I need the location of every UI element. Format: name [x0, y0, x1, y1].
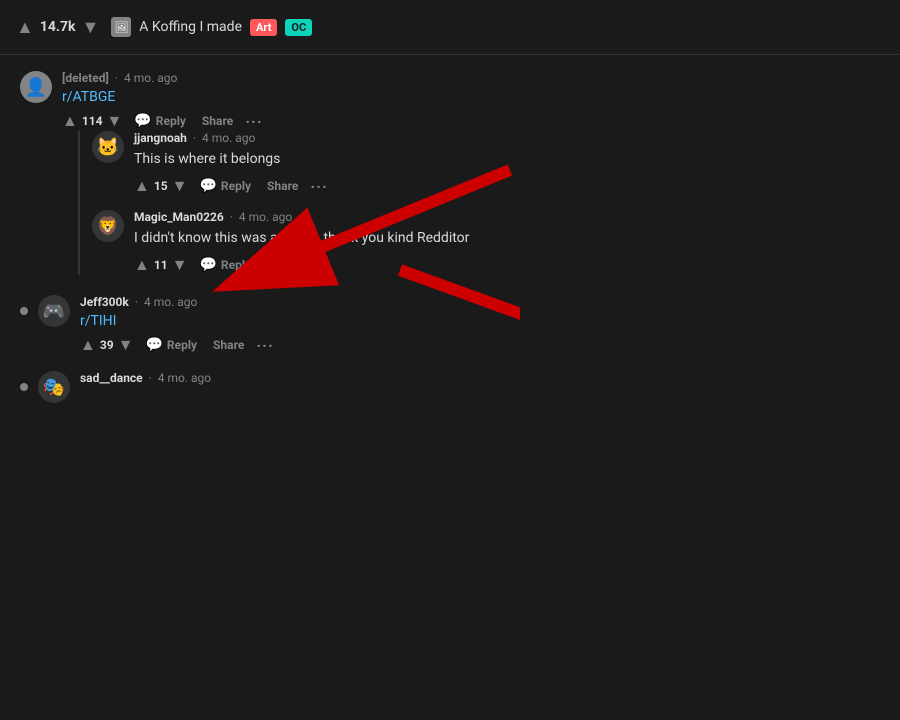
reply-magic-man-time: 4 mo. ago	[239, 210, 292, 224]
share-button-magic-man[interactable]: Share	[263, 256, 302, 274]
vote-section-jeff: ▲ 39 ▼	[80, 335, 133, 355]
reply-jjangnoah-actions: ▲ 15 ▼ 💬 Reply Share	[134, 176, 880, 196]
upvote-magic-man[interactable]: ▲	[134, 255, 150, 275]
comment-jeff300k-content: r/TIHI	[80, 313, 880, 329]
upvote-jeff[interactable]: ▲	[80, 335, 96, 355]
post-vote-count: 14.7k	[40, 19, 76, 35]
comment-jeff300k-row: 🎮 Jeff300k · 4 mo. ago r/TIHI ▲ 39 ▼	[20, 295, 880, 355]
vote-count-jjangnoah: 15	[154, 179, 168, 193]
comment-sad-dance-time: 4 mo. ago	[158, 371, 211, 385]
reply-button-jeff[interactable]: 💬 Reply	[141, 335, 201, 355]
post-title-area: 🖼 A Koffing I made Art OC	[111, 17, 884, 37]
share-button-jjangnoah[interactable]: Share	[263, 177, 302, 195]
comment-jeff300k-author: Jeff300k	[80, 295, 129, 309]
comments-area: 👤 [deleted] · 4 mo. ago r/ATBGE ▲ 114 ▼	[0, 55, 900, 419]
vote-count-1: 114	[82, 114, 103, 128]
upvote-comment-1[interactable]: ▲	[62, 111, 78, 131]
reply-jjangnoah-time: 4 mo. ago	[202, 131, 255, 145]
avatar-magic-man: 🦁	[92, 210, 124, 242]
collapse-bullet-sad	[20, 383, 28, 391]
downvote-magic-man[interactable]: ▼	[172, 255, 188, 275]
collapse-bullet-jeff	[20, 307, 28, 315]
more-options-magic-man[interactable]: ···	[310, 256, 327, 275]
comment-deleted-content: r/ATBGE	[62, 89, 880, 105]
comment-deleted-actions: ▲ 114 ▼ 💬 Reply Share ···	[62, 111, 880, 131]
post-image-icon: 🖼	[111, 17, 131, 37]
post-title: A Koffing I made	[139, 19, 242, 35]
subreddit-link-tihi[interactable]: r/TIHI	[80, 313, 116, 329]
reply-magic-man-body: Magic_Man0226 · 4 mo. ago I didn't know …	[134, 210, 880, 275]
downvote-jjangnoah[interactable]: ▼	[172, 176, 188, 196]
reply-button-magic-man[interactable]: 💬 Reply	[195, 255, 255, 275]
reply-jjangnoah-header: jjangnoah · 4 mo. ago	[134, 131, 880, 145]
reply-magic-man-actions: ▲ 11 ▼ 💬 Reply Share	[134, 255, 880, 275]
subreddit-link-atbge[interactable]: r/ATBGE	[62, 89, 115, 105]
reply-jjangnoah-author: jjangnoah	[134, 131, 187, 145]
avatar-jeff300k: 🎮	[38, 295, 70, 327]
reply-magic-man: 🦁 Magic_Man0226 · 4 mo. ago I didn't kno…	[92, 210, 880, 275]
vote-count-magic-man: 11	[154, 258, 168, 272]
comment-sad-dance-row: 🎭 sad__dance · 4 mo. ago	[20, 371, 880, 403]
comment-deleted-time: 4 mo. ago	[124, 71, 177, 85]
reply-magic-man-author: Magic_Man0226	[134, 210, 224, 224]
upvote-jjangnoah[interactable]: ▲	[134, 176, 150, 196]
avatar-jjangnoah: 🐱	[92, 131, 124, 163]
downvote-comment-1[interactable]: ▼	[107, 111, 123, 131]
reply-icon-1: 💬	[134, 113, 151, 129]
comment-sad-dance-header: sad__dance · 4 mo. ago	[80, 371, 880, 385]
reply-button-1[interactable]: 💬 Reply	[130, 111, 190, 131]
vote-section-1: ▲ 114 ▼	[62, 111, 122, 131]
reply-icon-magic-man: 💬	[199, 257, 216, 273]
more-options-1[interactable]: ···	[245, 112, 262, 131]
post-vote-section: ▲ 14.7k ▼	[16, 17, 99, 38]
comment-jeff300k-header: Jeff300k · 4 mo. ago	[80, 295, 880, 309]
comment-deleted: 👤 [deleted] · 4 mo. ago r/ATBGE ▲ 114 ▼	[20, 71, 880, 279]
comment-jeff300k-actions: ▲ 39 ▼ 💬 Reply Share ···	[80, 335, 880, 355]
downvote-jeff[interactable]: ▼	[118, 335, 134, 355]
upvote-icon[interactable]: ▲	[16, 17, 34, 38]
comment-deleted-header: [deleted] · 4 mo. ago	[62, 71, 880, 85]
top-bar: ▲ 14.7k ▼ 🖼 A Koffing I made Art OC	[0, 0, 900, 55]
vote-section-magic-man: ▲ 11 ▼	[134, 255, 187, 275]
vote-section-jjangnoah: ▲ 15 ▼	[134, 176, 187, 196]
comment-jeff300k-time: 4 mo. ago	[144, 295, 197, 309]
comment-sad-dance-body: sad__dance · 4 mo. ago	[80, 371, 880, 389]
more-options-jjangnoah[interactable]: ···	[310, 177, 327, 196]
nested-replies-1: 🐱 jjangnoah · 4 mo. ago This is where it…	[78, 131, 880, 275]
reply-jjangnoah-body: jjangnoah · 4 mo. ago This is where it b…	[134, 131, 880, 196]
reply-magic-man-text: I didn't know this was a thing...thank y…	[134, 228, 880, 249]
comment-deleted-body: [deleted] · 4 mo. ago r/ATBGE ▲ 114 ▼ 💬	[62, 71, 880, 279]
avatar-sad-dance: 🎭	[38, 371, 70, 403]
reply-icon-jeff: 💬	[145, 337, 162, 353]
reply-jjangnoah-text: This is where it belongs	[134, 149, 880, 170]
reply-jjangnoah: 🐱 jjangnoah · 4 mo. ago This is where it…	[92, 131, 880, 196]
reply-magic-man-header: Magic_Man0226 · 4 mo. ago	[134, 210, 880, 224]
comment-jeff300k-body: Jeff300k · 4 mo. ago r/TIHI ▲ 39 ▼ 💬 Rep	[80, 295, 880, 355]
downvote-icon[interactable]: ▼	[81, 17, 99, 38]
reply-button-jjangnoah[interactable]: 💬 Reply	[195, 176, 255, 196]
vote-count-jeff: 39	[100, 338, 114, 352]
tag-oc[interactable]: OC	[285, 19, 312, 36]
share-button-jeff[interactable]: Share	[209, 336, 248, 354]
comment-deleted-author: [deleted]	[62, 71, 109, 85]
avatar-deleted: 👤	[20, 71, 52, 103]
share-button-1[interactable]: Share	[198, 112, 237, 130]
tag-art[interactable]: Art	[250, 19, 277, 36]
more-options-jeff[interactable]: ···	[256, 336, 273, 355]
reply-icon-jjangnoah: 💬	[199, 178, 216, 194]
comment-sad-dance-author: sad__dance	[80, 371, 143, 385]
